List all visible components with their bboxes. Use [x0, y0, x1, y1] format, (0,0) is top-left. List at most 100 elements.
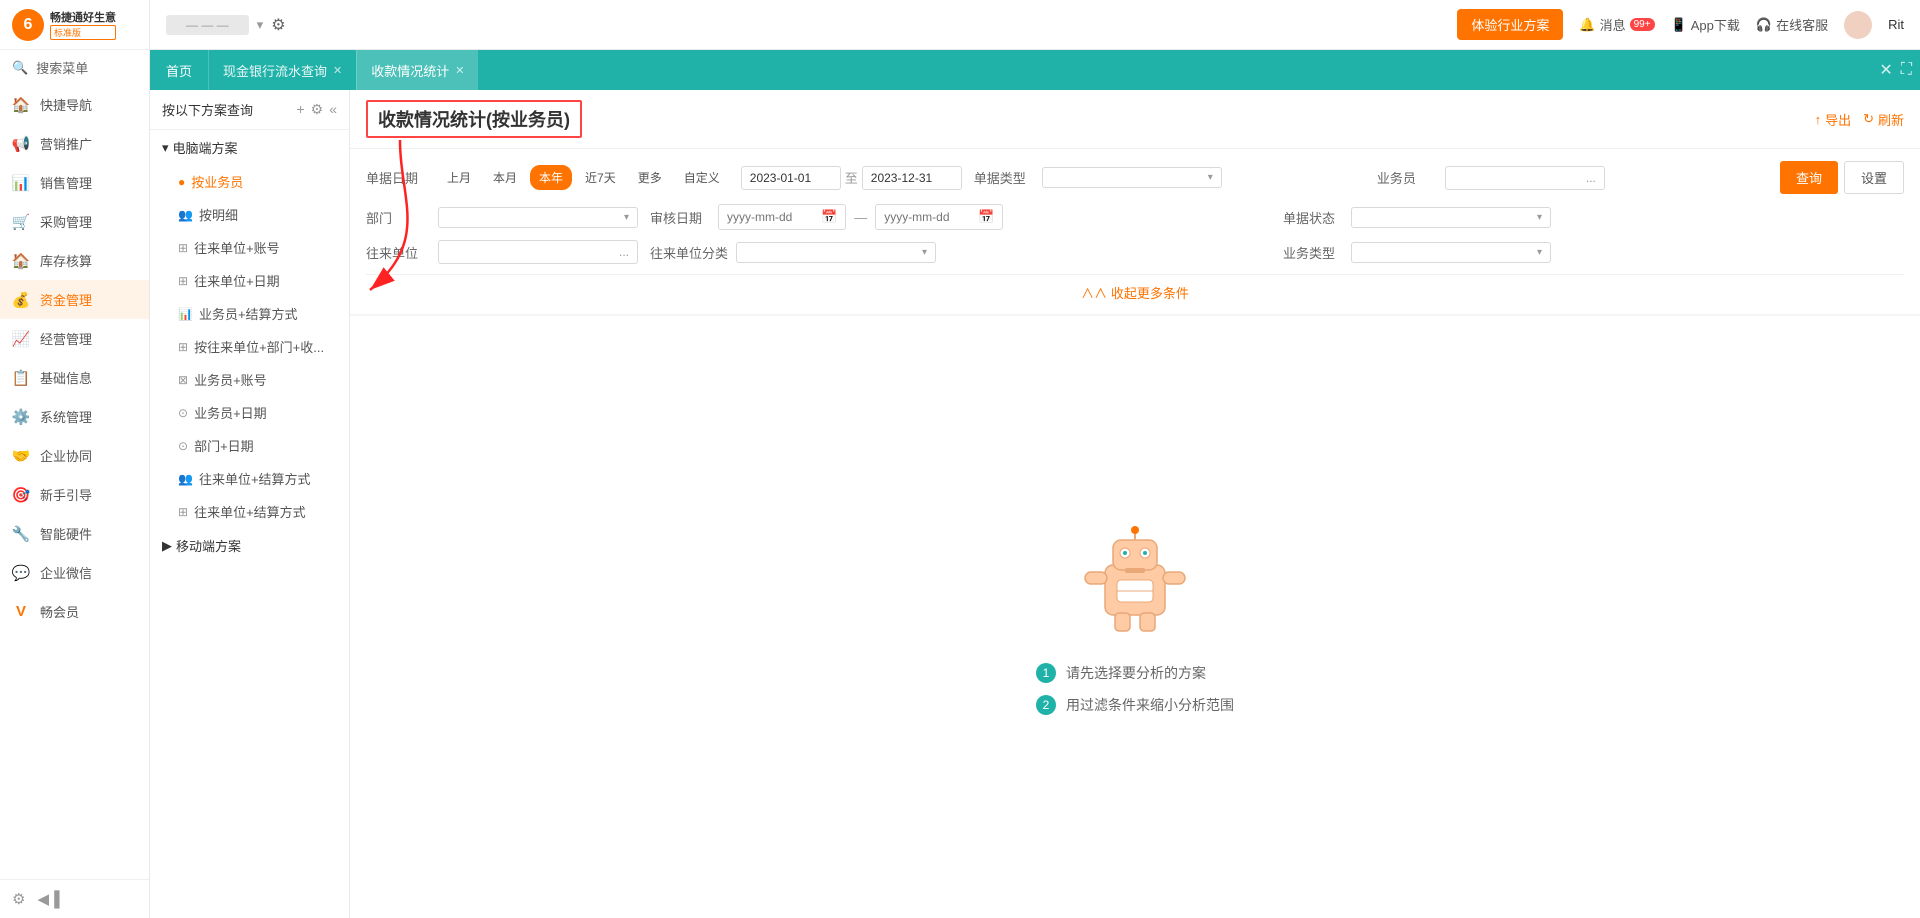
scheme-by-unit-dept[interactable]: ⊞ 按往来单位+部门+收...: [150, 330, 349, 363]
collapse-more-area: ∧∧ 收起更多条件: [366, 274, 1904, 302]
header-right: 体验行业方案 🔔 消息 99+ 📱 App下载 🎧 在线客服 Rit: [1457, 9, 1904, 40]
search-icon: 🔍: [12, 60, 28, 76]
export-button[interactable]: ↑ 导出: [1815, 110, 1852, 129]
empty-tip-1: 1 请先选择要分析的方案: [1036, 663, 1234, 683]
review-date-to[interactable]: 📅: [875, 204, 1003, 230]
last-7days-btn[interactable]: 近7天: [576, 165, 625, 190]
inventory-icon: 🏠: [12, 252, 30, 270]
scheme-by-unit-method1[interactable]: 👥 往来单位+结算方式: [150, 462, 349, 495]
search-menu[interactable]: 🔍 搜索菜单: [0, 50, 149, 85]
trial-button[interactable]: 体验行业方案: [1457, 9, 1563, 40]
date-to-input[interactable]: [862, 166, 962, 190]
export-icon: ↑: [1815, 112, 1822, 127]
scheme-by-detail[interactable]: 👥 按明细: [150, 198, 349, 231]
biz-type-dropdown-icon: ▾: [1537, 247, 1542, 258]
staff-account-icon: ⊠: [178, 373, 188, 387]
column-settings-button[interactable]: 设置: [1844, 161, 1904, 194]
app-download-button[interactable]: 📱 App下载: [1671, 15, 1740, 34]
mobile-schemes-group: ▶ 移动端方案: [150, 528, 349, 563]
scheme-by-staff-date[interactable]: ⊙ 业务员+日期: [150, 396, 349, 429]
doc-status-select[interactable]: ▾: [1351, 207, 1551, 228]
sidebar-item-member[interactable]: V 畅会员: [0, 592, 149, 631]
sidebar-item-guide[interactable]: 🎯 新手引导: [0, 475, 149, 514]
desktop-group-title[interactable]: ▾ 电脑端方案: [150, 130, 349, 165]
doc-type-select[interactable]: ▾: [1042, 167, 1222, 188]
tab-bank-flow[interactable]: 现金银行流水查询 ✕: [208, 50, 356, 90]
sidebar-item-purchase[interactable]: 🛒 采购管理: [0, 202, 149, 241]
partner-category-select[interactable]: ▾: [736, 242, 936, 263]
review-to-input[interactable]: [884, 210, 974, 224]
sidebar-item-sales[interactable]: 📊 销售管理: [0, 163, 149, 202]
sidebar-item-finance[interactable]: 💰 资金管理: [0, 280, 149, 319]
scheme-by-staff-account[interactable]: ⊠ 业务员+账号: [150, 363, 349, 396]
review-date-from[interactable]: 📅: [718, 204, 846, 230]
partner-input[interactable]: ...: [438, 240, 638, 264]
robot-icon: [1075, 520, 1195, 640]
doc-type-label: 单据类型: [974, 168, 1034, 187]
sidebar-bottom: ⚙ ◀▐: [0, 879, 149, 918]
settings-bottom-icon[interactable]: ⚙: [12, 890, 25, 908]
review-from-input[interactable]: [727, 210, 817, 224]
custom-date-btn[interactable]: 自定义: [675, 165, 729, 190]
scheme-by-salesperson[interactable]: ● 按业务员: [150, 165, 349, 198]
sidebar-item-marketing[interactable]: 📢 营销推广: [0, 124, 149, 163]
left-panel-header: 按以下方案查询 + ⚙ «: [150, 90, 349, 130]
more-date-btn[interactable]: 更多: [629, 165, 671, 190]
sidebar-item-inventory[interactable]: 🏠 库存核算: [0, 241, 149, 280]
last-month-btn[interactable]: 上月: [438, 165, 480, 190]
biz-type-select[interactable]: ▾: [1351, 242, 1551, 263]
sidebar-item-system[interactable]: ⚙️ 系统管理: [0, 397, 149, 436]
sidebar-item-hardware[interactable]: 🔧 智能硬件: [0, 514, 149, 553]
scheme-by-staff-method[interactable]: 📊 业务员+结算方式: [150, 297, 349, 330]
tab-home[interactable]: 首页: [150, 50, 208, 90]
scheme-by-unit-method2[interactable]: ⊞ 往来单位+结算方式: [150, 495, 349, 528]
scheme-by-unit-account[interactable]: ⊞ 往来单位+账号: [150, 231, 349, 264]
dept-select[interactable]: ▾: [438, 207, 638, 228]
partner-more-btn[interactable]: ...: [619, 245, 629, 259]
sidebar-item-enterprise[interactable]: 🤝 企业协同: [0, 436, 149, 475]
salesperson-more-icon[interactable]: ...: [1586, 171, 1596, 185]
refresh-button[interactable]: ↻ 刷新: [1863, 110, 1904, 129]
page-title-box: 收款情况统计(按业务员): [366, 100, 582, 138]
dept-label: 部门: [366, 208, 426, 227]
tab-close-bank-flow[interactable]: ✕: [333, 64, 342, 77]
collapse-sidebar-icon[interactable]: ◀▐: [37, 890, 59, 908]
tab-maximize-icon[interactable]: ⛶: [1901, 61, 1912, 79]
page-content: 按以下方案查询 + ⚙ « ▾ 电脑端方案 ● 按业务员 👥 按: [150, 90, 1920, 918]
this-year-btn[interactable]: 本年: [530, 165, 572, 190]
sidebar-item-basic[interactable]: 📋 基础信息: [0, 358, 149, 397]
chevron-down-icon-group: ▾: [162, 140, 169, 156]
online-service-button[interactable]: 🎧 在线客服: [1756, 15, 1828, 34]
add-scheme-button[interactable]: +: [296, 101, 304, 118]
tab-close-collection-stats[interactable]: ✕: [455, 64, 464, 77]
date-range-input: 至: [741, 166, 962, 190]
scheme-settings-button[interactable]: ⚙: [311, 101, 324, 118]
date-from-input[interactable]: [741, 166, 841, 190]
sidebar-item-wechat[interactable]: 💬 企业微信: [0, 553, 149, 592]
tab-bar-right: ✕ ⛶: [1879, 60, 1920, 80]
unit-method2-icon: ⊞: [178, 505, 188, 519]
settings-gear-icon[interactable]: ⚙: [271, 15, 285, 35]
page-title: 收款情况统计(按业务员): [378, 110, 570, 130]
left-panel-title: 按以下方案查询: [162, 100, 290, 119]
collapse-panel-button[interactable]: «: [329, 101, 337, 118]
chevron-down-icon[interactable]: ▾: [257, 17, 264, 33]
sidebar-item-operations[interactable]: 📈 经营管理: [0, 319, 149, 358]
this-month-btn[interactable]: 本月: [484, 165, 526, 190]
messages-button[interactable]: 🔔 消息 99+: [1579, 15, 1654, 34]
salesperson-select[interactable]: ...: [1445, 166, 1605, 190]
mobile-group-title[interactable]: ▶ 移动端方案: [150, 528, 349, 563]
user-avatar[interactable]: [1844, 11, 1872, 39]
tip-num-2: 2: [1036, 695, 1056, 715]
review-date-separator: —: [854, 210, 867, 225]
unit-account-icon: ⊞: [178, 241, 188, 255]
tab-collection-stats[interactable]: 收款情况统计 ✕: [356, 50, 478, 90]
sidebar-item-quicknav[interactable]: 🏠 快捷导航: [0, 85, 149, 124]
tab-close-all-icon[interactable]: ✕: [1879, 60, 1892, 80]
review-date-label: 审核日期: [650, 208, 710, 227]
query-button[interactable]: 查询: [1780, 161, 1838, 194]
scheme-by-dept-date[interactable]: ⊙ 部门+日期: [150, 429, 349, 462]
scheme-by-unit-date[interactable]: ⊞ 往来单位+日期: [150, 264, 349, 297]
collapse-more-button[interactable]: ∧∧ 收起更多条件: [1081, 286, 1189, 301]
dept-dropdown-icon: ▾: [624, 212, 629, 223]
